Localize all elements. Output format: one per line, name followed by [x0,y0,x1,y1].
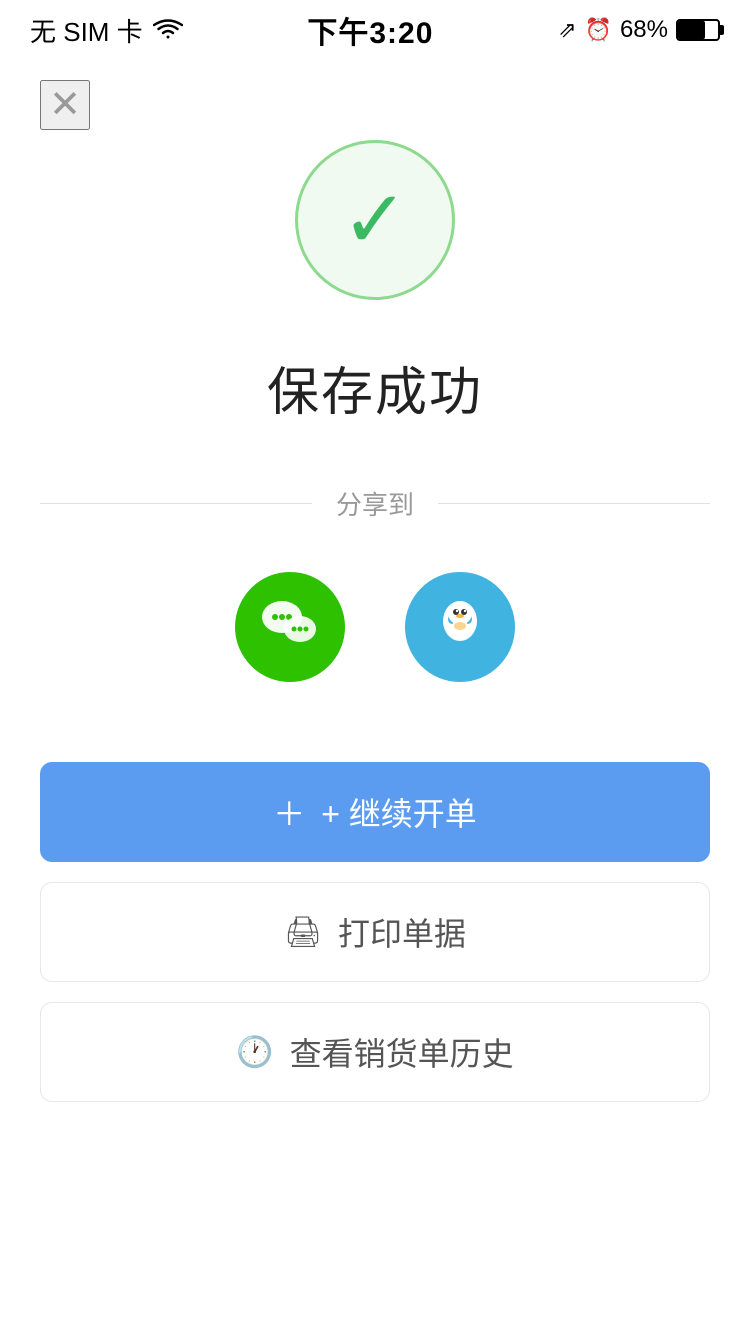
status-time: 下午3:20 [307,8,433,52]
history-button[interactable]: 🕐 查看销货单历史 [40,1002,710,1102]
close-icon: ✕ [49,86,81,124]
battery-icon [676,19,720,41]
wechat-icon [260,595,320,660]
share-icons-container [235,572,515,682]
history-label: 查看销货单历史 [290,1029,514,1075]
success-circle: ✓ [295,140,455,300]
divider-right [438,503,710,504]
continue-order-label: + 继续开单 [321,789,477,835]
share-label: 分享到 [312,485,438,522]
print-icon: 🖨 [284,915,322,950]
status-bar: 无 SIM 卡 下午3:20 ⇗ ⏰ 68% [0,0,750,60]
wechat-share-button[interactable] [235,572,345,682]
status-left: 无 SIM 卡 [30,12,183,49]
qq-icon [430,591,490,664]
close-button[interactable]: ✕ [40,80,90,130]
actions-container: ＋ + 继续开单 🖨 打印单据 🕐 查看销货单历史 [0,762,750,1102]
qq-share-button[interactable] [405,572,515,682]
continue-order-button[interactable]: ＋ + 继续开单 [40,762,710,862]
wifi-icon [153,19,183,41]
plus-icon: ＋ [273,789,305,835]
share-section: 分享到 [0,485,750,522]
print-button[interactable]: 🖨 打印单据 [40,882,710,982]
alarm-icon: ⏰ [585,17,612,43]
divider-left [40,503,312,504]
print-label: 打印单据 [338,909,466,955]
battery-percentage: 68% [620,16,668,44]
history-icon: 🕐 [236,1035,273,1070]
location-icon: ⇗ [558,17,576,43]
main-content: ✓ 保存成功 分享到 [0,60,750,1102]
checkmark-icon: ✓ [341,180,408,260]
success-title: 保存成功 [267,350,483,425]
carrier-text: 无 SIM 卡 [30,12,143,49]
status-right: ⇗ ⏰ 68% [558,16,720,44]
